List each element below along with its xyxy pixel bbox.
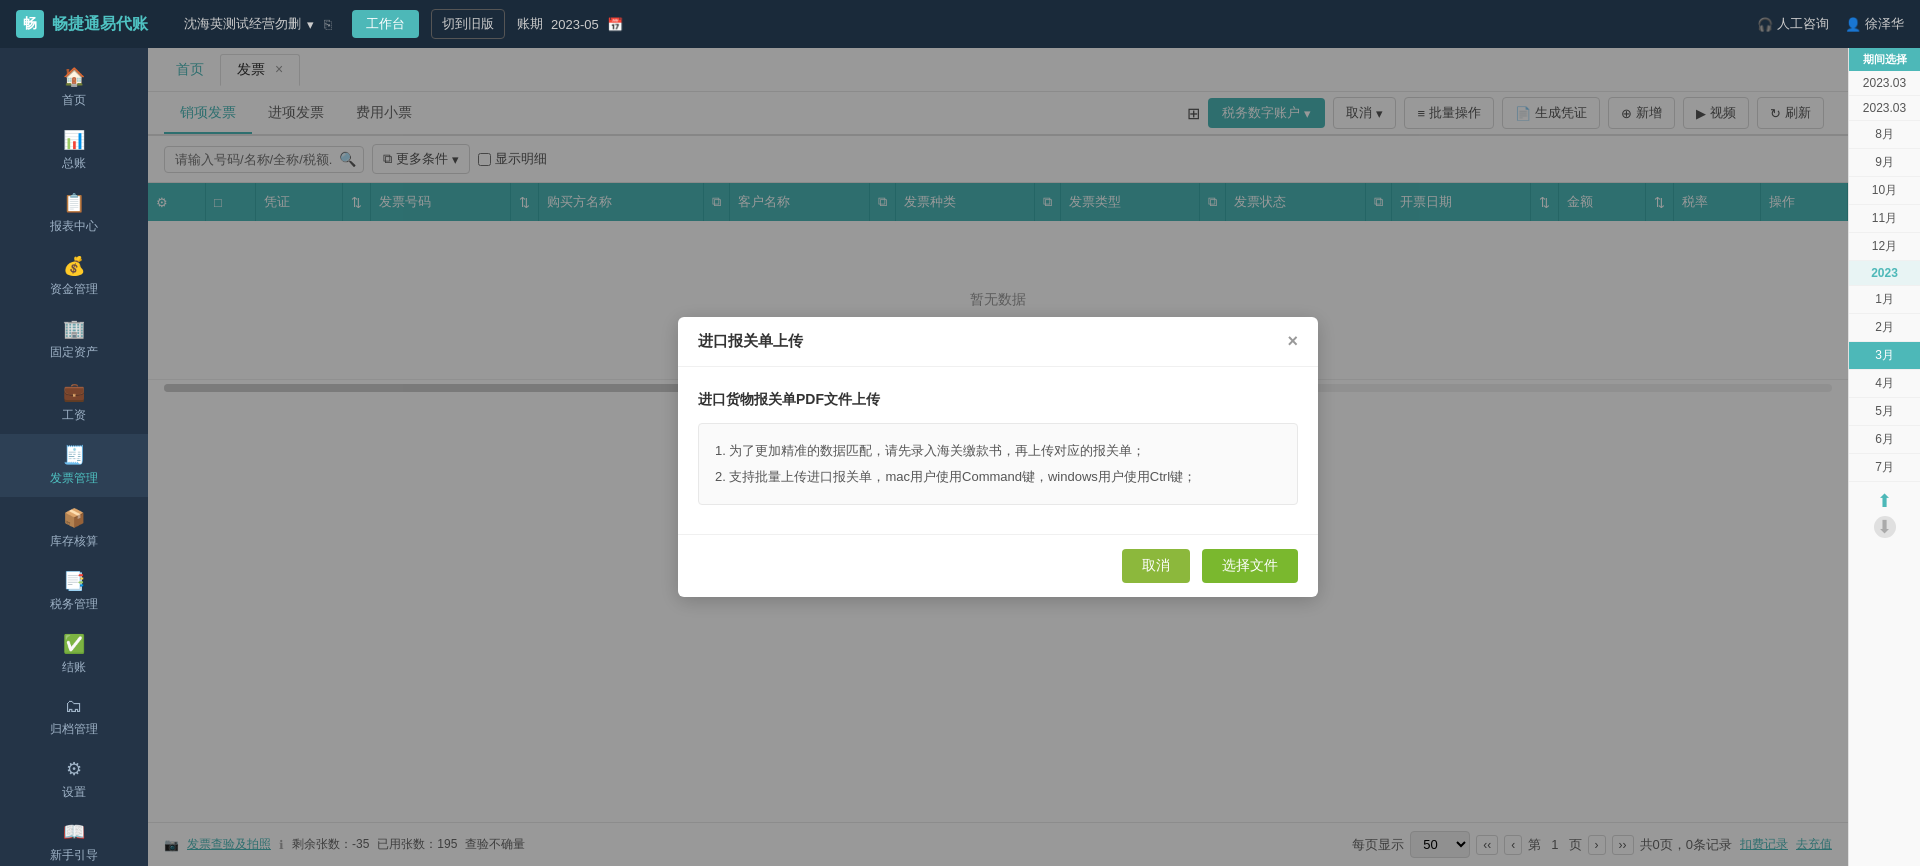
guide-icon: 📖 <box>63 821 85 843</box>
period-item-1[interactable]: 2023.03 <box>1849 96 1920 121</box>
old-version-button[interactable]: 切到旧版 <box>431 9 505 39</box>
reports-icon: 📋 <box>63 192 85 214</box>
period-item-year[interactable]: 2023 <box>1849 261 1920 286</box>
period-item-9[interactable]: 2月 <box>1849 314 1920 342</box>
sidebar-label-assets: 固定资产 <box>50 344 98 361</box>
home-icon: 🏠 <box>63 66 85 88</box>
sidebar-label-home: 首页 <box>62 92 86 109</box>
sidebar-item-reports[interactable]: 📋 报表中心 <box>0 182 148 245</box>
capital-icon: 💰 <box>63 255 85 277</box>
sidebar-label-capital: 资金管理 <box>50 281 98 298</box>
assets-icon: 🏢 <box>63 318 85 340</box>
logo-icon: 畅 <box>16 10 44 38</box>
archive-icon: 🗂 <box>65 696 83 717</box>
sidebar-item-home[interactable]: 🏠 首页 <box>0 56 148 119</box>
expand-up-icon[interactable]: ⬆ <box>1877 490 1892 512</box>
invoice-icon: 🧾 <box>63 444 85 466</box>
period-calendar-icon[interactable]: 📅 <box>607 17 623 32</box>
modal-select-file-button[interactable]: 选择文件 <box>1202 549 1298 583</box>
sidebar-label-reports: 报表中心 <box>50 218 98 235</box>
salary-icon: 💼 <box>63 381 85 403</box>
period-item-0[interactable]: 2023.03 <box>1849 71 1920 96</box>
sidebar-label-archive: 归档管理 <box>50 721 98 738</box>
user-avatar-icon: 👤 <box>1845 17 1861 32</box>
expand-down-icon[interactable]: ⬇ <box>1874 516 1896 538</box>
sidebar-item-invoice[interactable]: 🧾 发票管理 <box>0 434 148 497</box>
modal-notice-2: 2. 支持批量上传进口报关单，mac用户使用Command键，windows用户… <box>715 464 1281 490</box>
modal-notice-1: 1. 为了更加精准的数据匹配，请先录入海关缴款书，再上传对应的报关单； <box>715 438 1281 464</box>
modal-cancel-button[interactable]: 取消 <box>1122 549 1190 583</box>
sidebar-item-settings[interactable]: ⚙ 设置 <box>0 748 148 811</box>
company-dropdown-icon: ▾ <box>307 17 314 32</box>
period-item-12[interactable]: 5月 <box>1849 398 1920 426</box>
modal-body: 进口货物报关单PDF文件上传 1. 为了更加精准的数据匹配，请先录入海关缴款书，… <box>678 367 1318 534</box>
app-logo: 畅 畅捷通易代账 <box>16 10 164 38</box>
modal-notice: 1. 为了更加精准的数据匹配，请先录入海关缴款书，再上传对应的报关单； 2. 支… <box>698 423 1298 505</box>
modal-footer: 取消 选择文件 <box>678 534 1318 597</box>
period-item-11[interactable]: 4月 <box>1849 370 1920 398</box>
sidebar: 🏠 首页 📊 总账 📋 报表中心 💰 资金管理 🏢 固定资产 💼 工资 🧾 发票… <box>0 48 148 866</box>
sidebar-label-invoice: 发票管理 <box>50 470 98 487</box>
period-display: 账期 2023-05 📅 <box>517 15 623 33</box>
period-item-10[interactable]: 3月 <box>1849 342 1920 370</box>
period-value: 2023-05 <box>551 17 599 32</box>
company-selector[interactable]: 沈海英测试经营勿删 ▾ ⎘ <box>184 15 332 33</box>
settings-icon: ⚙ <box>66 758 82 780</box>
headset-icon: 🎧 <box>1757 17 1773 32</box>
period-header: 期间选择 <box>1849 48 1920 71</box>
tax-icon: 📑 <box>63 570 85 592</box>
modal-close-button[interactable]: × <box>1287 331 1298 352</box>
period-item-13[interactable]: 6月 <box>1849 426 1920 454</box>
sidebar-item-ledger[interactable]: 📊 总账 <box>0 119 148 182</box>
period-item-5[interactable]: 11月 <box>1849 205 1920 233</box>
sidebar-label-guide: 新手引导 <box>50 847 98 864</box>
period-item-8[interactable]: 1月 <box>1849 286 1920 314</box>
sidebar-label-settings: 设置 <box>62 784 86 801</box>
period-sidebar: 期间选择 2023.03 2023.03 8月 9月 10月 11月 12月 2… <box>1848 48 1920 866</box>
period-item-6[interactable]: 12月 <box>1849 233 1920 261</box>
sidebar-item-settlement[interactable]: ✅ 结账 <box>0 623 148 686</box>
sidebar-item-tax[interactable]: 📑 税务管理 <box>0 560 148 623</box>
sidebar-item-capital[interactable]: 💰 资金管理 <box>0 245 148 308</box>
sidebar-item-assets[interactable]: 🏢 固定资产 <box>0 308 148 371</box>
sidebar-item-archive[interactable]: 🗂 归档管理 <box>0 686 148 748</box>
period-item-3[interactable]: 9月 <box>1849 149 1920 177</box>
period-item-14[interactable]: 7月 <box>1849 454 1920 482</box>
ledger-icon: 📊 <box>63 129 85 151</box>
inventory-icon: 📦 <box>63 507 85 529</box>
settlement-icon: ✅ <box>63 633 85 655</box>
user-menu[interactable]: 👤 徐泽华 <box>1845 15 1904 33</box>
modal-overlay: 进口报关单上传 × 进口货物报关单PDF文件上传 1. 为了更加精准的数据匹配，… <box>148 48 1848 866</box>
sidebar-label-salary: 工资 <box>62 407 86 424</box>
sidebar-label-settlement: 结账 <box>62 659 86 676</box>
sidebar-label-inventory: 库存核算 <box>50 533 98 550</box>
workspace-button[interactable]: 工作台 <box>352 10 419 38</box>
top-bar-right: 🎧 人工咨询 👤 徐泽华 <box>1757 15 1904 33</box>
period-label: 账期 <box>517 15 543 33</box>
period-item-4[interactable]: 10月 <box>1849 177 1920 205</box>
modal-header: 进口报关单上传 × <box>678 317 1318 367</box>
company-name: 沈海英测试经营勿删 <box>184 15 301 33</box>
import-customs-modal: 进口报关单上传 × 进口货物报关单PDF文件上传 1. 为了更加精准的数据匹配，… <box>678 317 1318 597</box>
app-name: 畅捷通易代账 <box>52 14 148 35</box>
sidebar-item-salary[interactable]: 💼 工资 <box>0 371 148 434</box>
sidebar-label-ledger: 总账 <box>62 155 86 172</box>
sidebar-item-guide[interactable]: 📖 新手引导 <box>0 811 148 866</box>
sidebar-item-inventory[interactable]: 📦 库存核算 <box>0 497 148 560</box>
top-bar: 畅 畅捷通易代账 沈海英测试经营勿删 ▾ ⎘ 工作台 切到旧版 账期 2023-… <box>0 0 1920 48</box>
period-item-2[interactable]: 8月 <box>1849 121 1920 149</box>
modal-file-title: 进口货物报关单PDF文件上传 <box>698 391 1298 409</box>
sidebar-label-tax: 税务管理 <box>50 596 98 613</box>
top-bar-center: 工作台 切到旧版 账期 2023-05 📅 <box>352 9 623 39</box>
modal-title: 进口报关单上传 <box>698 332 803 351</box>
service-link[interactable]: 🎧 人工咨询 <box>1757 15 1829 33</box>
company-copy-icon: ⎘ <box>324 17 332 32</box>
